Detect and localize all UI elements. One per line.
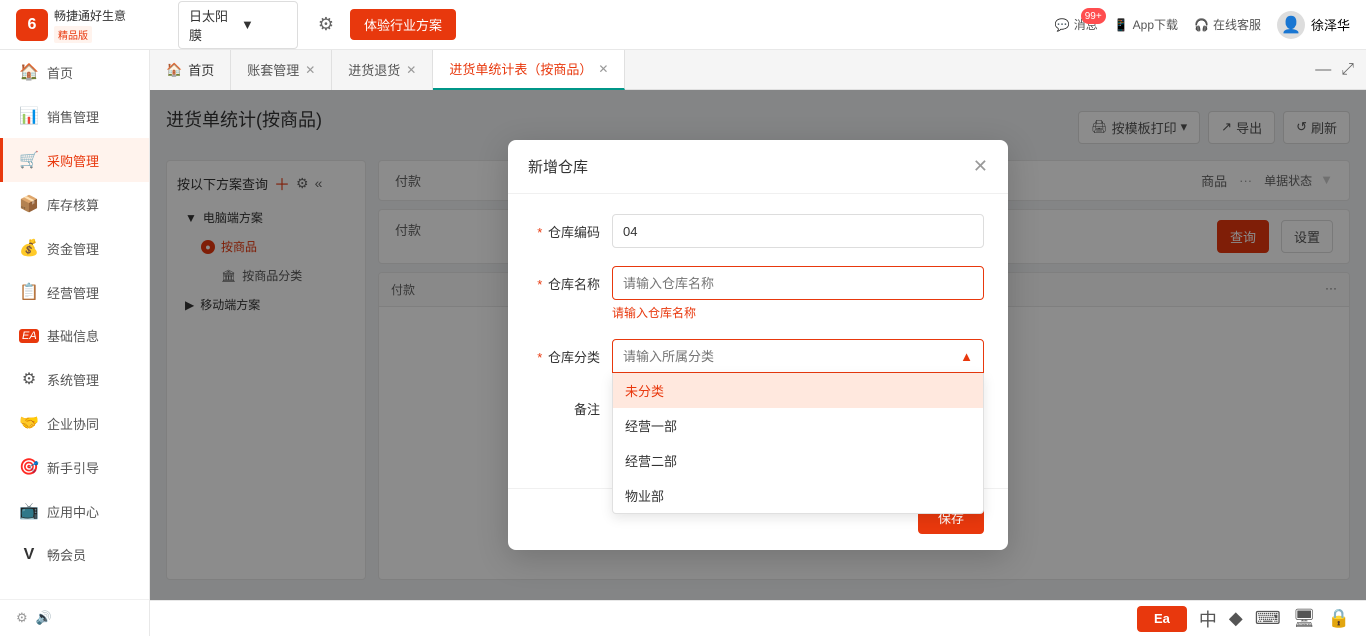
sidebar-item-finance[interactable]: 💰 资金管理 xyxy=(0,226,149,270)
sidebar-item-operations[interactable]: 📋 经营管理 xyxy=(0,270,149,314)
warehouse-code-row: * 仓库编码 xyxy=(532,214,984,248)
trial-button[interactable]: 体验行业方案 xyxy=(350,9,456,40)
tab-purchase-return-close[interactable]: ✕ xyxy=(406,63,416,77)
sidebar-item-newbie[interactable]: 🎯 新手引导 xyxy=(0,445,149,489)
vip-icon: V xyxy=(19,546,39,564)
warehouse-code-label: * 仓库编码 xyxy=(532,214,612,241)
purchase-icon: 🛒 xyxy=(19,150,39,170)
enterprise-icon: 🤝 xyxy=(19,413,39,433)
sidebar-item-purchase[interactable]: 🛒 采购管理 xyxy=(0,138,149,182)
sidebar-bottom: ⚙ 🔊 xyxy=(0,599,149,636)
tab-expand-button[interactable]: ⤢ xyxy=(1337,57,1358,83)
main-layout: 🏠 首页 📊 销售管理 🛒 采购管理 📦 库存核算 💰 资金管理 📋 经营管理 … xyxy=(0,50,1366,636)
store-arrow-icon: ▼ xyxy=(241,17,287,32)
finance-icon: 💰 xyxy=(19,238,39,258)
sidebar: 🏠 首页 📊 销售管理 🛒 采购管理 📦 库存核算 💰 资金管理 📋 经营管理 … xyxy=(0,50,150,636)
online-service-button[interactable]: 🎧 在线客服 xyxy=(1194,16,1261,33)
sidebar-item-vip[interactable]: V 畅会员 xyxy=(0,533,149,576)
phone-icon: 📱 xyxy=(1114,18,1129,32)
tab-bar: 🏠 首页 账套管理 ✕ 进货退货 ✕ 进货单统计表（按商品） ✕ — ⤢ xyxy=(150,50,1366,90)
apps-icon: 📺 xyxy=(19,501,39,521)
ea-badge: Ea xyxy=(1137,606,1187,632)
tab-accounts-close[interactable]: ✕ xyxy=(305,63,315,77)
bottom-bar: Ea 中 ◆ ⌨ 🖥 🔒 xyxy=(150,600,1366,636)
keyboard-icon[interactable]: ⌨ xyxy=(1255,608,1281,629)
warehouse-name-row: * 仓库名称 请输入仓库名称 xyxy=(532,266,984,321)
message-icon: 💬 xyxy=(1055,18,1070,32)
settings-button[interactable]: ⚙ xyxy=(310,9,342,41)
dropdown-item-property[interactable]: 物业部 xyxy=(613,478,983,513)
tab-purchase-return[interactable]: 进货退货 ✕ xyxy=(332,50,433,90)
speaker-icon[interactable]: 🔊 xyxy=(36,610,52,626)
avatar: 👤 xyxy=(1277,11,1305,39)
messages-button[interactable]: 💬 消息 99+ xyxy=(1055,16,1098,33)
logo-icon: 6 xyxy=(16,9,48,41)
tab-accounts[interactable]: 账套管理 ✕ xyxy=(231,50,332,90)
gear-icon: ⚙ xyxy=(318,14,334,35)
basicinfo-icon: EA xyxy=(19,329,39,343)
dropdown-item-unclassified[interactable]: 未分类 xyxy=(613,373,983,408)
lock-icon[interactable]: 🔒 xyxy=(1328,608,1350,629)
category-search-input[interactable] xyxy=(623,349,960,364)
dialog-body: * 仓库编码 * 仓库名称 xyxy=(508,194,1008,488)
warehouse-category-row: * 仓库分类 ▲ 未分类 经营一部 xyxy=(532,339,984,373)
inventory-icon: 📦 xyxy=(19,194,39,214)
warehouse-category-label: * 仓库分类 xyxy=(532,339,612,366)
app-download-button[interactable]: 📱 App下载 xyxy=(1114,16,1178,33)
headset-icon: 🎧 xyxy=(1194,18,1209,32)
sidebar-item-enterprise[interactable]: 🤝 企业协同 xyxy=(0,401,149,445)
warehouse-name-error: 请输入仓库名称 xyxy=(612,304,984,321)
dialog-title: 新增仓库 xyxy=(528,156,588,177)
monitor-icon[interactable]: 🖥 xyxy=(1293,608,1316,629)
category-dropdown: 未分类 经营一部 经营二部 物业部 xyxy=(612,373,984,514)
system-icon: ⚙ xyxy=(19,369,39,389)
sidebar-item-sales[interactable]: 📊 销售管理 xyxy=(0,94,149,138)
sidebar-item-system[interactable]: ⚙ 系统管理 xyxy=(0,357,149,401)
category-select-input[interactable]: ▲ xyxy=(612,339,984,373)
operations-icon: 📋 xyxy=(19,282,39,302)
warehouse-name-control: 请输入仓库名称 xyxy=(612,266,984,321)
tab-purchase-stats-close[interactable]: ✕ xyxy=(598,62,608,76)
modal-overlay[interactable]: 新增仓库 ✕ * 仓库编码 xyxy=(150,90,1366,600)
dialog-close-button[interactable]: ✕ xyxy=(973,156,988,177)
sidebar-item-basic-info[interactable]: EA 基础信息 xyxy=(0,314,149,357)
dialog-header: 新增仓库 ✕ xyxy=(508,140,1008,194)
dropdown-item-dept2[interactable]: 经营二部 xyxy=(613,443,983,478)
settings-bottom-icon[interactable]: ⚙ xyxy=(16,610,28,626)
tab-actions: — ⤢ xyxy=(1311,57,1366,83)
top-header: 6 畅捷通好生意 精品版 日太阳膜 ▼ ⚙ 体验行业方案 💬 消息 99+ 📱 … xyxy=(0,0,1366,50)
sales-icon: 📊 xyxy=(19,106,39,126)
chinese-input-icon[interactable]: 中 xyxy=(1199,606,1217,632)
tab-purchase-stats[interactable]: 进货单统计表（按商品） ✕ xyxy=(433,50,625,90)
sidebar-item-apps[interactable]: 📺 应用中心 xyxy=(0,489,149,533)
tab-minimize-button[interactable]: — xyxy=(1311,57,1335,83)
content-area: 🏠 首页 账套管理 ✕ 进货退货 ✕ 进货单统计表（按商品） ✕ — ⤢ xyxy=(150,50,1366,636)
page-content: 进货单统计(按商品) 🖨 按模板打印 ▾ ↗ 导出 ↺ 刷新 xyxy=(150,90,1366,600)
warehouse-category-control: ▲ 未分类 经营一部 经营二部 物业部 xyxy=(612,339,984,373)
new-warehouse-dialog: 新增仓库 ✕ * 仓库编码 xyxy=(508,140,1008,550)
warehouse-name-label: * 仓库名称 xyxy=(532,266,612,293)
logo-text: 畅捷通好生意 精品版 xyxy=(54,7,126,43)
home-icon: 🏠 xyxy=(19,62,39,82)
home-tab-icon: 🏠 xyxy=(166,62,182,78)
diamond-icon[interactable]: ◆ xyxy=(1229,608,1243,629)
dropdown-item-dept1[interactable]: 经营一部 xyxy=(613,408,983,443)
user-area[interactable]: 👤 徐泽华 xyxy=(1277,11,1350,39)
warehouse-code-input[interactable] xyxy=(612,214,984,248)
notes-label: 备注 xyxy=(532,391,612,418)
header-right: 💬 消息 99+ 📱 App下载 🎧 在线客服 👤 徐泽华 xyxy=(1055,11,1350,39)
store-selector[interactable]: 日太阳膜 ▼ xyxy=(178,1,298,49)
category-arrow-icon[interactable]: ▲ xyxy=(960,349,973,364)
warehouse-name-input[interactable] xyxy=(612,266,984,300)
sidebar-item-home[interactable]: 🏠 首页 xyxy=(0,50,149,94)
newbie-icon: 🎯 xyxy=(19,457,39,477)
warehouse-code-control xyxy=(612,214,984,248)
tab-home[interactable]: 🏠 首页 xyxy=(150,50,231,90)
logo-area: 6 畅捷通好生意 精品版 xyxy=(16,7,166,43)
sidebar-item-inventory[interactable]: 📦 库存核算 xyxy=(0,182,149,226)
